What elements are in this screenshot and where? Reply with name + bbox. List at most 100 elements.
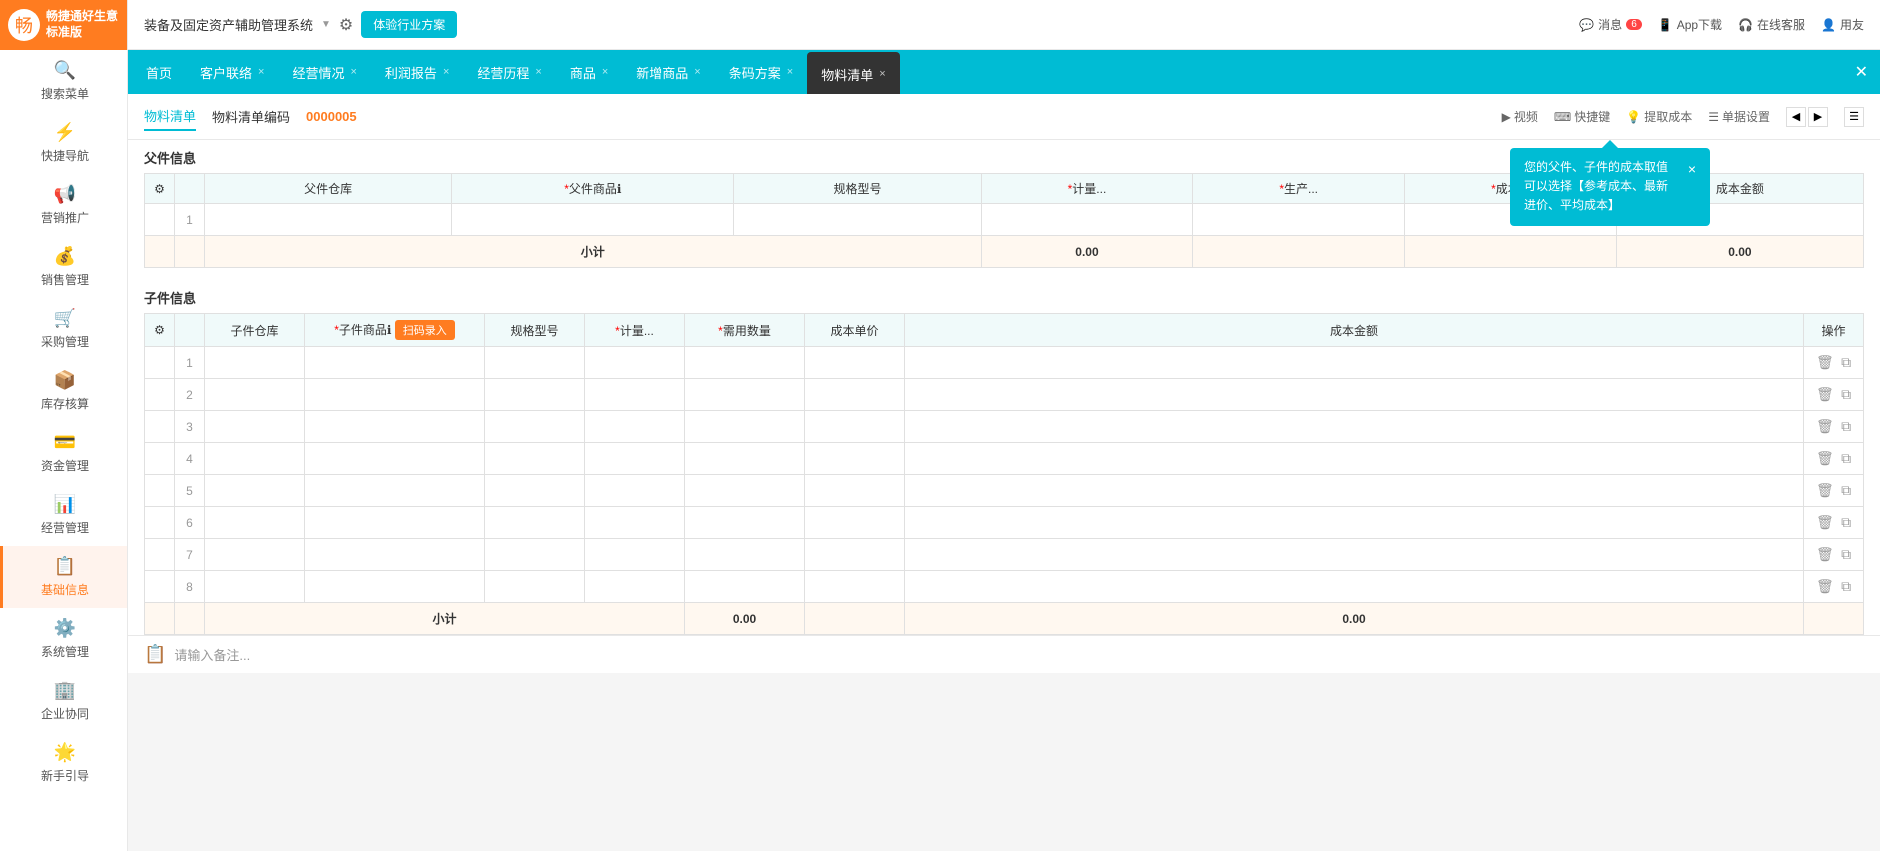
child-row4-copy-button[interactable]: ⧉	[1839, 448, 1853, 469]
child-th-gear[interactable]: ⚙	[145, 314, 175, 347]
sidebar-item-search[interactable]: 🔍搜索菜单	[0, 50, 127, 112]
child-row6-warehouse[interactable]	[205, 507, 305, 539]
sidebar-item-guide[interactable]: 🌟新手引导	[0, 732, 127, 794]
child-row2-warehouse[interactable]	[205, 379, 305, 411]
child-row4-warehouse[interactable]	[205, 443, 305, 475]
child-row6-unit-price[interactable]	[805, 507, 905, 539]
child-row3-warehouse[interactable]	[205, 411, 305, 443]
nav-tab-goods[interactable]: 商品×	[556, 50, 622, 94]
child-row2-product[interactable]	[305, 379, 485, 411]
nav-tab-close[interactable]: ×	[787, 66, 793, 78]
nav-tab-operations[interactable]: 经营情况×	[278, 50, 370, 94]
prev-arrow[interactable]: ◀	[1786, 107, 1806, 127]
child-row6-product[interactable]	[305, 507, 485, 539]
child-row5-unit-price[interactable]	[805, 475, 905, 507]
nav-tab-close[interactable]: ×	[694, 66, 700, 78]
close-all-tabs-button[interactable]: ✕	[1847, 62, 1876, 82]
nav-tab-new-goods[interactable]: 新增商品×	[622, 50, 714, 94]
child-row6-unit[interactable]	[585, 507, 685, 539]
parent-row1-warehouse[interactable]	[205, 204, 452, 236]
child-row7-product[interactable]	[305, 539, 485, 571]
child-row5-product[interactable]	[305, 475, 485, 507]
child-row7-spec[interactable]	[485, 539, 585, 571]
child-row2-delete-button[interactable]: 🗑	[1814, 384, 1836, 405]
sidebar-item-system[interactable]: ⚙️系统管理	[0, 608, 127, 670]
child-row3-unit-price[interactable]	[805, 411, 905, 443]
child-row8-unit[interactable]	[585, 571, 685, 603]
child-row5-delete-button[interactable]: 🗑	[1814, 480, 1836, 501]
grid-view-button[interactable]: ☰	[1844, 107, 1864, 127]
child-row1-spec[interactable]	[485, 347, 585, 379]
next-arrow[interactable]: ▶	[1808, 107, 1828, 127]
child-row7-unit[interactable]	[585, 539, 685, 571]
child-row2-copy-button[interactable]: ⧉	[1839, 384, 1853, 405]
child-row6-quantity[interactable]	[685, 507, 805, 539]
nav-tab-close[interactable]: ×	[535, 66, 541, 78]
child-row7-unit-price[interactable]	[805, 539, 905, 571]
nav-tab-close[interactable]: ×	[879, 68, 885, 80]
child-row7-quantity[interactable]	[685, 539, 805, 571]
sub-tab-bom-code[interactable]: 物料清单编码	[212, 103, 290, 130]
parent-row1-production[interactable]	[1193, 204, 1405, 236]
child-row4-unit-price[interactable]	[805, 443, 905, 475]
child-row4-unit[interactable]	[585, 443, 685, 475]
user-group[interactable]: 👤 用友	[1821, 16, 1864, 33]
child-row3-unit[interactable]	[585, 411, 685, 443]
nav-tab-close[interactable]: ×	[258, 66, 264, 78]
child-row2-unit[interactable]	[585, 379, 685, 411]
child-row3-quantity[interactable]	[685, 411, 805, 443]
sidebar-item-purchase[interactable]: 🛒采购管理	[0, 298, 127, 360]
hint-text[interactable]: 请输入备注...	[174, 645, 250, 664]
child-row5-quantity[interactable]	[685, 475, 805, 507]
system-dropdown-arrow[interactable]: ▼	[321, 19, 331, 30]
child-row7-copy-button[interactable]: ⧉	[1839, 544, 1853, 565]
nav-tab-history[interactable]: 经营历程×	[463, 50, 555, 94]
cost-action[interactable]: 💡 提取成本	[1626, 108, 1692, 125]
parent-th-gear[interactable]: ⚙	[145, 174, 175, 204]
child-row1-warehouse[interactable]	[205, 347, 305, 379]
child-row5-copy-button[interactable]: ⧉	[1839, 480, 1853, 501]
child-row6-delete-button[interactable]: 🗑	[1814, 512, 1836, 533]
child-row8-product[interactable]	[305, 571, 485, 603]
child-row2-unit-price[interactable]	[805, 379, 905, 411]
video-action[interactable]: ▶ 视频	[1502, 108, 1538, 125]
child-row7-delete-button[interactable]: 🗑	[1814, 544, 1836, 565]
child-row4-product[interactable]	[305, 443, 485, 475]
child-row8-delete-button[interactable]: 🗑	[1814, 576, 1836, 597]
child-row1-quantity[interactable]	[685, 347, 805, 379]
child-row6-spec[interactable]	[485, 507, 585, 539]
sidebar-item-basic[interactable]: 📋基础信息	[0, 546, 127, 608]
child-row5-unit[interactable]	[585, 475, 685, 507]
nav-tab-home[interactable]: 首页	[132, 50, 186, 94]
child-row5-spec[interactable]	[485, 475, 585, 507]
child-row7-warehouse[interactable]	[205, 539, 305, 571]
child-row1-copy-button[interactable]: ⧉	[1839, 352, 1853, 373]
gear-button[interactable]: ⚙	[339, 15, 353, 35]
experience-button[interactable]: 体验行业方案	[361, 11, 457, 38]
nav-tab-customer[interactable]: 客户联络×	[186, 50, 278, 94]
message-group[interactable]: 💬 消息 6	[1579, 16, 1642, 33]
sidebar-item-finance[interactable]: 💳资金管理	[0, 422, 127, 484]
child-row2-quantity[interactable]	[685, 379, 805, 411]
child-row1-unit-price[interactable]	[805, 347, 905, 379]
child-row8-warehouse[interactable]	[205, 571, 305, 603]
sidebar-item-inventory[interactable]: 📦库存核算	[0, 360, 127, 422]
app-download-group[interactable]: 📱 App下载	[1658, 16, 1722, 33]
sidebar-item-sales[interactable]: 💰销售管理	[0, 236, 127, 298]
child-row6-copy-button[interactable]: ⧉	[1839, 512, 1853, 533]
sidebar-item-enterprise[interactable]: 🏢企业协同	[0, 670, 127, 732]
child-row8-unit-price[interactable]	[805, 571, 905, 603]
sidebar-item-quick-nav[interactable]: ⚡快捷导航	[0, 112, 127, 174]
child-row1-unit[interactable]	[585, 347, 685, 379]
child-row8-spec[interactable]	[485, 571, 585, 603]
parent-row1-product[interactable]	[452, 204, 734, 236]
settings-action[interactable]: ☰ 单据设置	[1708, 108, 1770, 125]
child-row4-spec[interactable]	[485, 443, 585, 475]
nav-tab-close[interactable]: ×	[443, 66, 449, 78]
scan-button[interactable]: 扫码录入	[395, 320, 455, 340]
nav-tab-profit[interactable]: 利润报告×	[371, 50, 463, 94]
child-row3-copy-button[interactable]: ⧉	[1839, 416, 1853, 437]
parent-row1-unit[interactable]	[981, 204, 1193, 236]
sidebar-item-operations[interactable]: 📊经营管理	[0, 484, 127, 546]
child-row8-copy-button[interactable]: ⧉	[1839, 576, 1853, 597]
